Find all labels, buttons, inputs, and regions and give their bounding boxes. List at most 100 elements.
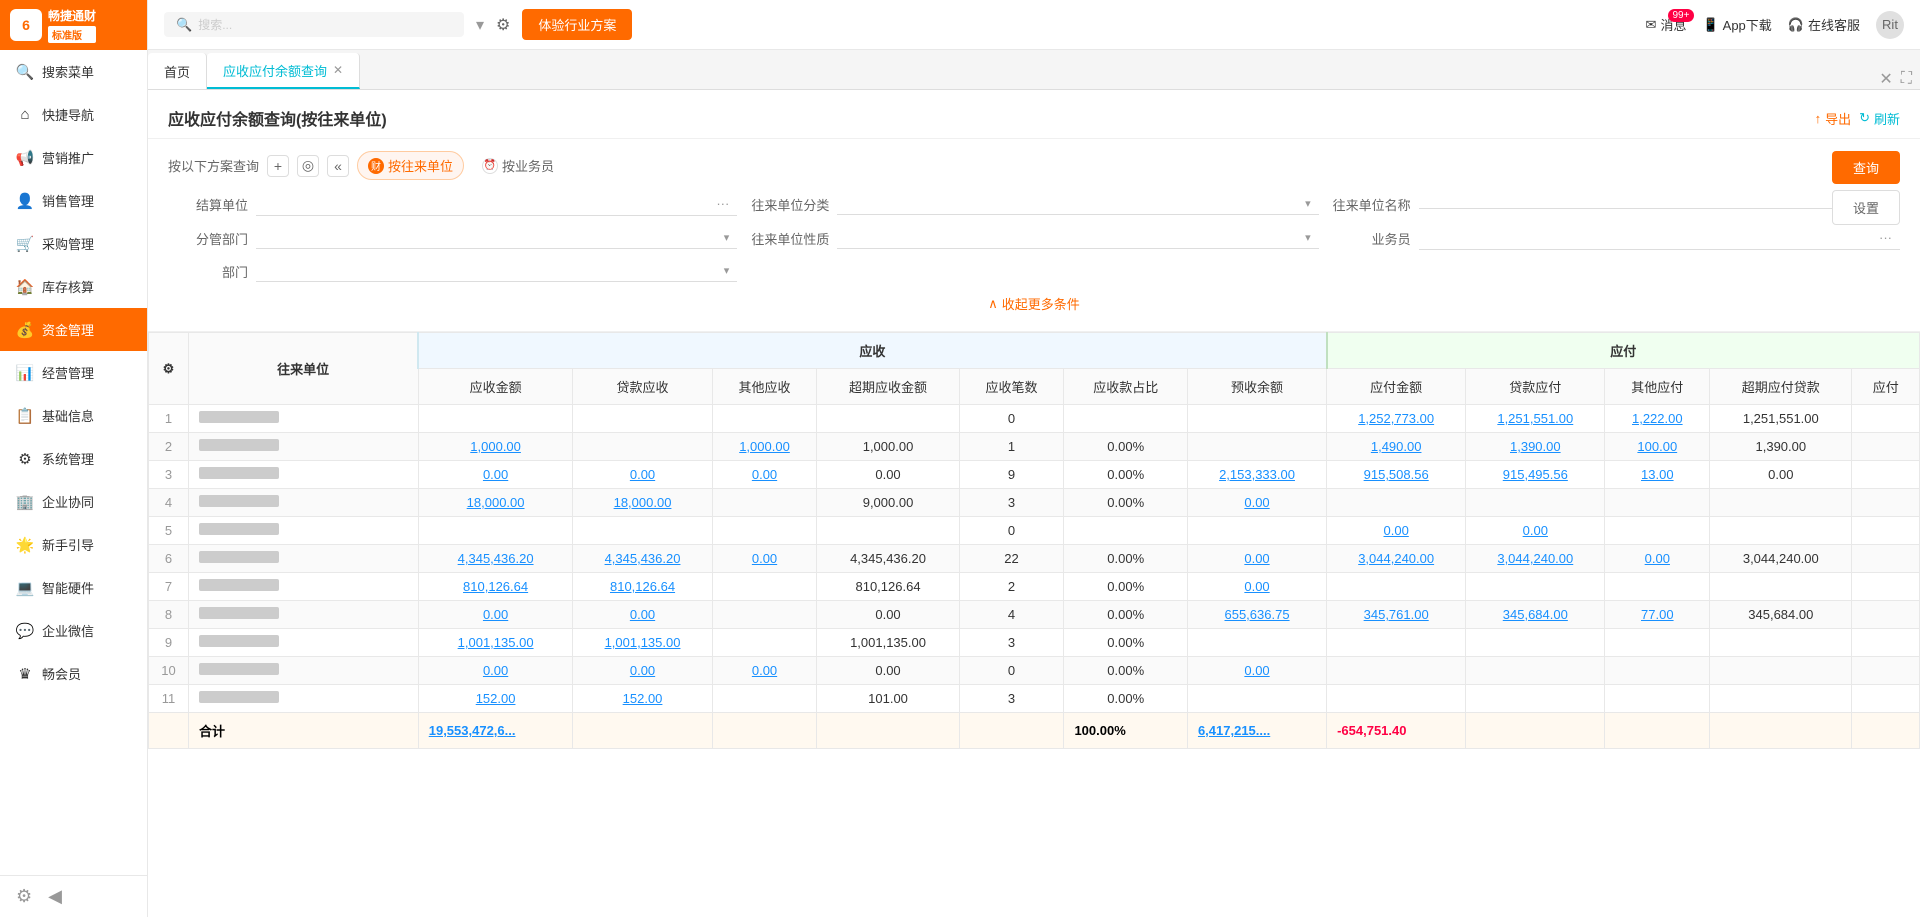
row-ar-amount-6[interactable]: 4,345,436.20 [418,545,573,573]
partner-nature-select[interactable]: ▾ [837,227,1318,249]
settings-icon[interactable]: ⚙ [16,886,32,907]
sidebar-item-wechat[interactable]: 💬 企业微信 [0,609,147,652]
sidebar-item-member[interactable]: ♛ 畅会员 [0,652,147,695]
salesman-input[interactable]: ··· [1419,226,1900,250]
row-other-ap-4[interactable] [1605,489,1710,517]
row-ap-amount-1[interactable]: 1,252,773.00 [1327,405,1466,433]
department-select[interactable]: ▾ [256,260,737,282]
row-ar-amount-10[interactable]: 0.00 [418,657,573,685]
row-ar-amount-9[interactable]: 1,001,135.00 [418,629,573,657]
row-ap-amount-8[interactable]: 345,761.00 [1327,601,1466,629]
row-loan-ar-9[interactable]: 1,001,135.00 [573,629,712,657]
row-ap-amount-6[interactable]: 3,044,240.00 [1327,545,1466,573]
row-ar-amount-3[interactable]: 0.00 [418,461,573,489]
row-loan-ar-2[interactable] [573,433,712,461]
row-loan-ap-1[interactable]: 1,251,551.00 [1466,405,1605,433]
sidebar-item-shortcut[interactable]: ⌂ 快捷导航 [0,93,147,136]
export-button[interactable]: ↑ 导出 [1815,109,1852,128]
tab-home[interactable]: 首页 [148,53,207,89]
row-ap-amount-3[interactable]: 915,508.56 [1327,461,1466,489]
sidebar-item-finance[interactable]: 💰 资金管理 [0,308,147,351]
row-prepay-7[interactable]: 0.00 [1187,573,1326,601]
sidebar-item-system[interactable]: ⚙ 系统管理 [0,437,147,480]
row-other-ap-10[interactable] [1605,657,1710,685]
row-other-ar-11[interactable] [712,685,817,713]
tab-ar-ap-close[interactable]: ✕ [333,63,343,77]
row-other-ap-5[interactable] [1605,517,1710,545]
row-ar-amount-5[interactable] [418,517,573,545]
sidebar-item-hardware[interactable]: 💻 智能硬件 [0,566,147,609]
tab-maximize[interactable]: ⛶ [1901,70,1912,88]
row-other-ar-10[interactable]: 0.00 [712,657,817,685]
row-ar-amount-7[interactable]: 810,126.64 [418,573,573,601]
row-prepay-4[interactable]: 0.00 [1187,489,1326,517]
row-prepay-10[interactable]: 0.00 [1187,657,1326,685]
row-prepay-3[interactable]: 2,153,333.00 [1187,461,1326,489]
trial-button[interactable]: 体验行业方案 [522,9,632,40]
row-loan-ar-8[interactable]: 0.00 [573,601,712,629]
footer-ar-amount[interactable]: 19,553,472,6... [418,713,573,749]
row-other-ap-1[interactable]: 1,222.00 [1605,405,1710,433]
topbar-dropdown-icon[interactable]: ▾ [476,15,484,35]
row-ap-amount-11[interactable] [1327,685,1466,713]
row-loan-ap-10[interactable] [1466,657,1605,685]
row-loan-ar-3[interactable]: 0.00 [573,461,712,489]
row-prepay-1[interactable] [1187,405,1326,433]
row-loan-ar-4[interactable]: 18,000.00 [573,489,712,517]
row-loan-ap-8[interactable]: 345,684.00 [1466,601,1605,629]
row-other-ar-7[interactable] [712,573,817,601]
row-prepay-5[interactable] [1187,517,1326,545]
setting-button[interactable]: 设置 [1832,190,1900,225]
row-other-ap-8[interactable]: 77.00 [1605,601,1710,629]
partner-category-select[interactable]: ▾ [837,193,1318,215]
row-loan-ap-9[interactable] [1466,629,1605,657]
sidebar-item-purchase[interactable]: 🛒 采购管理 [0,222,147,265]
row-other-ar-3[interactable]: 0.00 [712,461,817,489]
filter-tab-by-partner[interactable]: 财 按往来单位 [357,151,464,180]
row-ap-amount-10[interactable] [1327,657,1466,685]
row-ap-amount-5[interactable]: 0.00 [1327,517,1466,545]
sidebar-item-sales[interactable]: 👤 销售管理 [0,179,147,222]
row-prepay-9[interactable] [1187,629,1326,657]
filter-tab-by-salesman[interactable]: ⏰ 按业务员 [472,152,564,179]
row-other-ar-5[interactable] [712,517,817,545]
row-ap-amount-9[interactable] [1327,629,1466,657]
sidebar-item-search[interactable]: 🔍 搜索菜单 [0,50,147,93]
footer-prepay[interactable]: 6,417,215.... [1187,713,1326,749]
row-loan-ap-5[interactable]: 0.00 [1466,517,1605,545]
row-ar-amount-8[interactable]: 0.00 [418,601,573,629]
query-button[interactable]: 查询 [1832,151,1900,184]
sidebar-item-basic[interactable]: 📋 基础信息 [0,394,147,437]
row-other-ar-1[interactable] [712,405,817,433]
row-ar-amount-11[interactable]: 152.00 [418,685,573,713]
row-ar-amount-2[interactable]: 1,000.00 [418,433,573,461]
row-prepay-6[interactable]: 0.00 [1187,545,1326,573]
tab-close-window[interactable]: ✕ [1879,69,1892,89]
row-other-ar-2[interactable]: 1,000.00 [712,433,817,461]
row-other-ap-6[interactable]: 0.00 [1605,545,1710,573]
settlement-input[interactable]: ··· [256,192,737,216]
row-prepay-2[interactable] [1187,433,1326,461]
row-loan-ar-5[interactable] [573,517,712,545]
row-loan-ap-7[interactable] [1466,573,1605,601]
row-loan-ar-11[interactable]: 152.00 [573,685,712,713]
row-ap-amount-7[interactable] [1327,573,1466,601]
row-other-ap-3[interactable]: 13.00 [1605,461,1710,489]
row-loan-ap-3[interactable]: 915,495.56 [1466,461,1605,489]
sidebar-item-guide[interactable]: 🌟 新手引导 [0,523,147,566]
filter-options-btn[interactable]: ◎ [297,155,319,177]
user-avatar[interactable]: Rit [1876,11,1904,39]
row-other-ar-8[interactable] [712,601,817,629]
table-settings-icon[interactable]: ⚙ [163,361,175,376]
messages-btn[interactable]: ✉ 消息 99+ [1646,15,1687,34]
row-loan-ar-1[interactable] [573,405,712,433]
sidebar-item-inventory[interactable]: 🏠 库存核算 [0,265,147,308]
filter-add-btn[interactable]: + [267,155,289,177]
partner-name-input[interactable] [1419,200,1900,209]
sidebar-item-enterprise[interactable]: 🏢 企业协同 [0,480,147,523]
row-prepay-8[interactable]: 655,636.75 [1187,601,1326,629]
app-download-btn[interactable]: 📱 App下载 [1702,15,1771,34]
row-loan-ap-6[interactable]: 3,044,240.00 [1466,545,1605,573]
row-ap-amount-4[interactable] [1327,489,1466,517]
row-loan-ar-10[interactable]: 0.00 [573,657,712,685]
